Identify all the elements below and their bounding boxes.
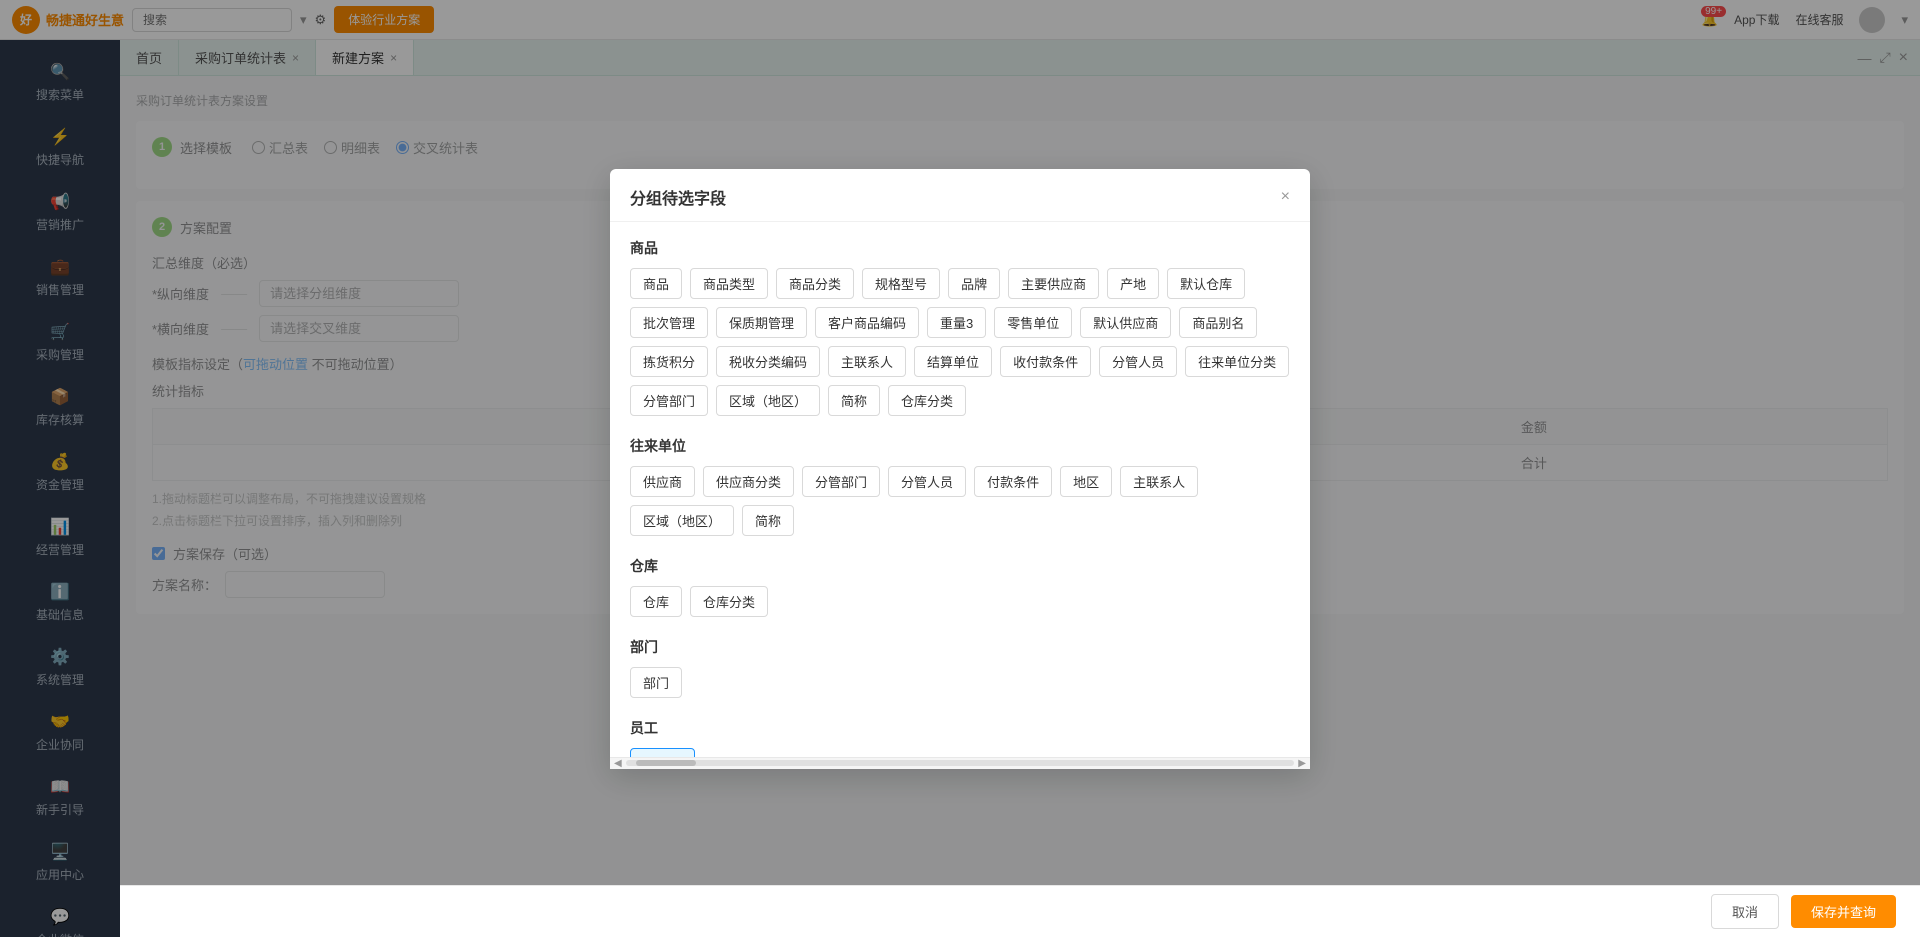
field-section-department-title: 部门 [630, 637, 1290, 657]
field-tag-supplier[interactable]: 供应商 [630, 466, 695, 497]
field-tag-weight[interactable]: 重量3 [927, 307, 986, 338]
field-tag-batch-mgmt[interactable]: 批次管理 [630, 307, 708, 338]
hscroll-left-arrow[interactable]: ◀ [614, 758, 622, 769]
field-tag-main-contact2[interactable]: 主联系人 [1120, 466, 1198, 497]
field-tags-warehouse: 仓库 仓库分类 [630, 586, 1290, 617]
field-tag-region-partner[interactable]: 区域（地区） [630, 505, 734, 536]
field-tags-department: 部门 [630, 667, 1290, 698]
field-tag-partner-category[interactable]: 往来单位分类 [1185, 346, 1289, 377]
field-tag-settle-unit[interactable]: 结算单位 [914, 346, 992, 377]
field-section-warehouse-title: 仓库 [630, 556, 1290, 576]
field-tag-manager[interactable]: 分管人员 [1099, 346, 1177, 377]
field-tag-tax-code[interactable]: 税收分类编码 [716, 346, 820, 377]
field-tag-product[interactable]: 商品 [630, 268, 682, 299]
field-tags-product: 商品 商品类型 商品分类 规格型号 品牌 主要供应商 产地 默认仓库 批次管理 … [630, 268, 1290, 416]
field-tag-product-type[interactable]: 商品类型 [690, 268, 768, 299]
hscroll-thumb[interactable] [636, 760, 696, 766]
field-tag-department[interactable]: 部门 [630, 667, 682, 698]
field-section-partner: 往来单位 供应商 供应商分类 分管部门 分管人员 付款条件 地区 主联系人 区域… [630, 436, 1290, 536]
field-section-department: 部门 部门 [630, 637, 1290, 698]
field-tag-brand[interactable]: 品牌 [948, 268, 1000, 299]
field-tag-payment-terms[interactable]: 收付款条件 [1000, 346, 1091, 377]
field-tag-payment-cond[interactable]: 付款条件 [974, 466, 1052, 497]
field-select-modal: 分组待选字段 × 商品 商品 商品类型 商品分类 规格型号 品牌 主要供应商 产… [610, 169, 1310, 769]
field-tag-partner-dept[interactable]: 分管部门 [802, 466, 880, 497]
cancel-button[interactable]: 取消 [1711, 894, 1779, 929]
field-tag-pick-points[interactable]: 拣货积分 [630, 346, 708, 377]
modal-title: 分组待选字段 [630, 185, 726, 209]
field-section-partner-title: 往来单位 [630, 436, 1290, 456]
field-tag-warehouse-category[interactable]: 仓库分类 [888, 385, 966, 416]
hscroll-track[interactable] [626, 760, 1295, 766]
modal-header: 分组待选字段 × [610, 169, 1310, 222]
field-section-warehouse: 仓库 仓库 仓库分类 [630, 556, 1290, 617]
hscroll-right-arrow[interactable]: ▶ [1298, 758, 1306, 769]
field-tag-retail-unit[interactable]: 零售单位 [994, 307, 1072, 338]
field-tag-warehouse[interactable]: 仓库 [630, 586, 682, 617]
field-tag-product-alias[interactable]: 商品别名 [1179, 307, 1257, 338]
field-tag-customer-code[interactable]: 客户商品编码 [815, 307, 919, 338]
save-query-button[interactable]: 保存并查询 [1791, 895, 1896, 928]
field-tag-short-name-product[interactable]: 简称 [828, 385, 880, 416]
field-section-employee-title: 员工 [630, 718, 1290, 738]
field-tag-default-supplier[interactable]: 默认供应商 [1080, 307, 1171, 338]
field-section-employee: 员工 业务员 [630, 718, 1290, 757]
field-tag-supplier-category[interactable]: 供应商分类 [703, 466, 794, 497]
field-tag-warehouse-cat[interactable]: 仓库分类 [690, 586, 768, 617]
modal-body[interactable]: 商品 商品 商品类型 商品分类 规格型号 品牌 主要供应商 产地 默认仓库 批次… [610, 222, 1310, 757]
modal-close-button[interactable]: × [1281, 188, 1290, 206]
bottom-action-bar: 取消 保存并查询 [120, 885, 1920, 937]
field-section-product-title: 商品 [630, 238, 1290, 258]
field-tags-employee: 业务员 [630, 748, 1290, 757]
field-section-product: 商品 商品 商品类型 商品分类 规格型号 品牌 主要供应商 产地 默认仓库 批次… [630, 238, 1290, 416]
field-tag-region-product[interactable]: 区域（地区） [716, 385, 820, 416]
field-tag-spec-model[interactable]: 规格型号 [862, 268, 940, 299]
field-tag-main-supplier[interactable]: 主要供应商 [1008, 268, 1099, 299]
field-tag-product-category[interactable]: 商品分类 [776, 268, 854, 299]
field-tag-salesperson[interactable]: 业务员 [630, 748, 695, 757]
field-tag-area[interactable]: 地区 [1060, 466, 1112, 497]
field-tag-dept[interactable]: 分管部门 [630, 385, 708, 416]
field-tag-default-warehouse[interactable]: 默认仓库 [1167, 268, 1245, 299]
field-tag-short-name-partner[interactable]: 简称 [742, 505, 794, 536]
modal-horizontal-scrollbar[interactable]: ◀ ▶ [610, 757, 1310, 769]
field-tag-shelf-life[interactable]: 保质期管理 [716, 307, 807, 338]
field-tag-main-contact[interactable]: 主联系人 [828, 346, 906, 377]
field-tag-partner-manager[interactable]: 分管人员 [888, 466, 966, 497]
field-tags-partner: 供应商 供应商分类 分管部门 分管人员 付款条件 地区 主联系人 区域（地区） … [630, 466, 1290, 536]
field-tag-origin[interactable]: 产地 [1107, 268, 1159, 299]
